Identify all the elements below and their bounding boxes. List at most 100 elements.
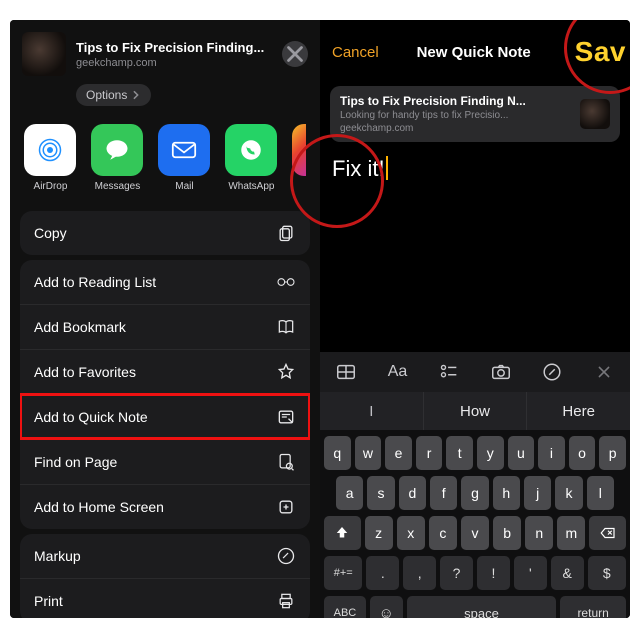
key-g[interactable]: g: [461, 476, 488, 510]
text-cursor: [386, 156, 388, 180]
tool-text-format[interactable]: Aa: [379, 363, 415, 381]
link-domain: geekchamp.com: [340, 123, 570, 134]
key-shift[interactable]: [324, 516, 361, 550]
key-row-5: ABC ☺ space return: [324, 596, 626, 618]
airdrop-icon: [35, 135, 65, 165]
app-mail[interactable]: Mail: [158, 124, 211, 192]
action-copy[interactable]: Copy: [20, 211, 310, 255]
key-h[interactable]: h: [493, 476, 520, 510]
key-u[interactable]: u: [508, 436, 535, 470]
star-icon: [274, 362, 296, 382]
options-label: Options: [86, 88, 127, 102]
key-m[interactable]: m: [557, 516, 585, 550]
whatsapp-icon: [236, 135, 266, 165]
key-w[interactable]: w: [355, 436, 382, 470]
tool-markup[interactable]: [534, 361, 570, 383]
app-messages[interactable]: Messages: [91, 124, 144, 192]
action-find[interactable]: Find on Page: [20, 439, 310, 484]
mail-icon: [168, 134, 200, 166]
backspace-icon: [599, 524, 617, 542]
key-j[interactable]: j: [524, 476, 551, 510]
tool-close[interactable]: [586, 361, 622, 383]
action-print[interactable]: Print: [20, 578, 310, 618]
table-icon: [335, 361, 357, 383]
quick-note-icon: [274, 407, 296, 427]
action-favorites[interactable]: Add to Favorites: [20, 349, 310, 394]
link-preview-card[interactable]: Tips to Fix Precision Finding N... Looki…: [330, 86, 620, 142]
app-whatsapp[interactable]: WhatsApp: [225, 124, 278, 192]
book-icon: [274, 317, 296, 337]
key-dot[interactable]: .: [366, 556, 399, 590]
key-n[interactable]: n: [525, 516, 553, 550]
action-reading-list[interactable]: Add to Reading List: [20, 260, 310, 304]
close-icon: [282, 41, 308, 67]
key-c[interactable]: c: [429, 516, 457, 550]
close-button[interactable]: [282, 41, 308, 67]
key-s[interactable]: s: [367, 476, 394, 510]
save-button[interactable]: Sav: [575, 36, 626, 68]
action-quick-note[interactable]: Add to Quick Note: [20, 394, 310, 439]
key-a[interactable]: a: [336, 476, 363, 510]
key-z[interactable]: z: [365, 516, 393, 550]
key-k[interactable]: k: [555, 476, 582, 510]
link-thumbnail: [580, 99, 610, 129]
key-t[interactable]: t: [446, 436, 473, 470]
key-backspace[interactable]: [589, 516, 626, 550]
key-v[interactable]: v: [461, 516, 489, 550]
key-abc[interactable]: ABC: [324, 596, 366, 618]
copy-icon: [274, 223, 296, 243]
key-o[interactable]: o: [569, 436, 596, 470]
keyboard-predictions: I How Here: [320, 392, 630, 430]
key-symbols[interactable]: #+=: [324, 556, 362, 590]
key-comma[interactable]: ,: [403, 556, 436, 590]
quick-note-title: New Quick Note: [417, 44, 531, 61]
action-bookmark[interactable]: Add Bookmark: [20, 304, 310, 349]
key-space[interactable]: space: [407, 596, 556, 618]
key-b[interactable]: b: [493, 516, 521, 550]
app-airdrop[interactable]: AirDrop: [24, 124, 77, 192]
key-emoji[interactable]: ☺: [370, 596, 403, 618]
prediction-2[interactable]: How: [424, 392, 528, 430]
share-sheet: Tips to Fix Precision Finding... geekcha…: [10, 20, 320, 618]
key-return[interactable]: return: [560, 596, 626, 618]
cancel-button[interactable]: Cancel: [332, 44, 379, 61]
key-p[interactable]: p: [599, 436, 626, 470]
key-x[interactable]: x: [397, 516, 425, 550]
key-amp[interactable]: &: [551, 556, 584, 590]
key-l[interactable]: l: [587, 476, 614, 510]
key-i[interactable]: i: [538, 436, 565, 470]
tool-checklist[interactable]: [431, 361, 467, 383]
key-dollar[interactable]: $: [588, 556, 626, 590]
prediction-1[interactable]: I: [320, 392, 424, 430]
keyboard: q w e r t y u i o p a s d f g h j k l: [320, 430, 630, 618]
key-row-3: z x c v b n m: [324, 516, 626, 550]
tool-table[interactable]: [328, 361, 364, 383]
share-thumbnail: [22, 32, 66, 76]
key-e[interactable]: e: [385, 436, 412, 470]
key-y[interactable]: y: [477, 436, 504, 470]
action-home-screen[interactable]: Add to Home Screen: [20, 484, 310, 529]
key-r[interactable]: r: [416, 436, 443, 470]
markup-icon: [274, 546, 296, 566]
x-icon: [593, 361, 615, 383]
tool-camera[interactable]: [483, 361, 519, 383]
chevron-right-icon: [131, 90, 141, 100]
key-row-2: a s d f g h j k l: [324, 476, 626, 510]
glasses-icon: [274, 272, 296, 292]
key-f[interactable]: f: [430, 476, 457, 510]
prediction-3[interactable]: Here: [527, 392, 630, 430]
key-row-4: #+= . , ? ! ' & $: [324, 556, 626, 590]
checklist-icon: [438, 361, 460, 383]
annotation-circle-text: [290, 134, 384, 228]
share-title: Tips to Fix Precision Finding...: [76, 40, 282, 55]
key-question[interactable]: ?: [440, 556, 473, 590]
link-subtitle: Looking for handy tips to fix Precisio..…: [340, 110, 570, 121]
messages-icon: [102, 135, 132, 165]
markup-circle-icon: [541, 361, 563, 383]
key-exclaim[interactable]: !: [477, 556, 510, 590]
key-d[interactable]: d: [399, 476, 426, 510]
action-markup[interactable]: Markup: [20, 534, 310, 578]
key-apostrophe[interactable]: ': [514, 556, 547, 590]
key-q[interactable]: q: [324, 436, 351, 470]
options-button[interactable]: Options: [76, 84, 151, 106]
